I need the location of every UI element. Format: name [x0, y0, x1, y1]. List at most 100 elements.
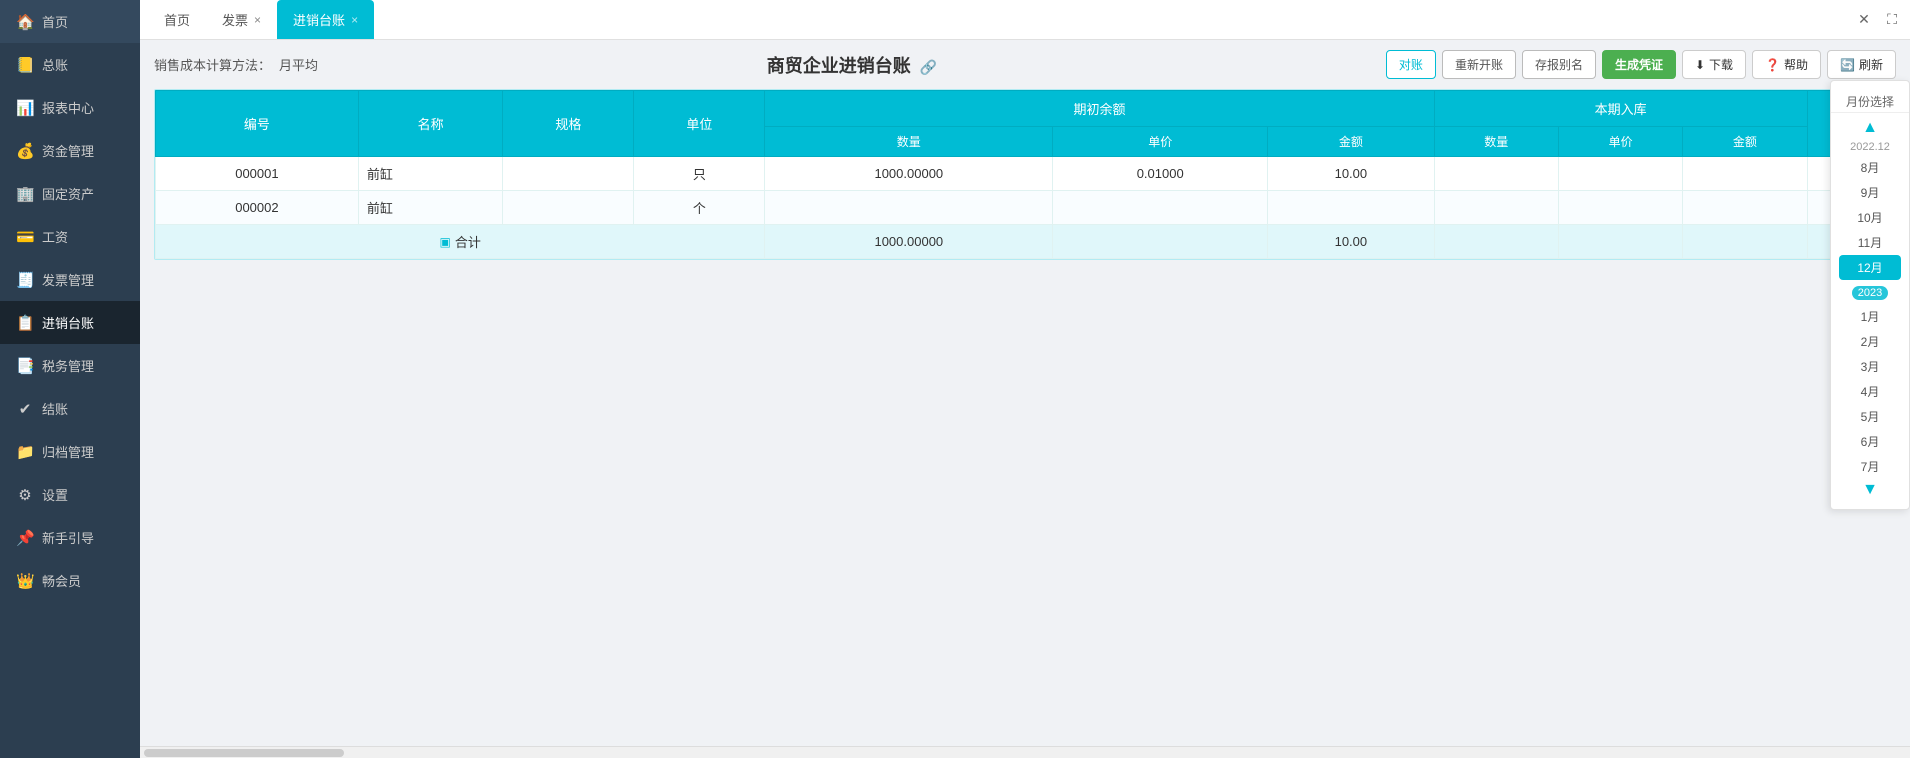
tab-close-purchase-sales-tab[interactable]: ×	[351, 13, 358, 27]
total-opening-qty: 1000.00000	[765, 225, 1053, 259]
total-label-cell: ▣ 合计	[156, 225, 765, 259]
total-label-text: 合计	[455, 232, 481, 251]
total-inbound-amount	[1683, 225, 1807, 259]
month-item-2023-4月[interactable]: 4月	[1831, 379, 1909, 404]
month-item-2023-6月[interactable]: 6月	[1831, 429, 1909, 454]
total-opening-amount: 10.00	[1268, 225, 1434, 259]
total-icon: ▣	[440, 235, 451, 249]
month-item-2023-3月[interactable]: 3月	[1831, 354, 1909, 379]
cell-unit: 个	[634, 191, 765, 225]
col-header-opening: 期初余额	[765, 91, 1434, 127]
month-item-2022-12[interactable]: 12月	[1839, 255, 1901, 280]
sidebar-label-invoice-mgmt: 发票管理	[42, 270, 94, 289]
col-sub-inbound-qty: 数量	[1434, 127, 1558, 157]
sidebar-item-purchase-sales[interactable]: 📋进销台账	[0, 301, 140, 344]
page-title: 商贸企业进销台账 🔗	[326, 52, 1378, 78]
tab-label-purchase-sales-tab: 进销台账	[293, 10, 345, 29]
sidebar-icon-tax: 📑	[16, 357, 34, 375]
sidebar-item-tax[interactable]: 📑 税务管理	[0, 344, 140, 387]
tab-bar: 首页 发票 × 进销台账 × ✕ ⛶	[140, 0, 1910, 40]
generate-voucher-button[interactable]: 生成凭证	[1602, 50, 1676, 79]
toolbar-buttons: 对账 重新开账 存报别名 生成凭证 ⬇ 下载 ❓ 帮助 🔄 刷新	[1386, 50, 1896, 79]
sidebar-icon-reports: 📊	[16, 99, 34, 117]
month-item-2023-7月[interactable]: 7月	[1831, 454, 1909, 479]
cell-spec	[503, 191, 634, 225]
tab-label-home-tab: 首页	[164, 10, 190, 29]
sidebar-label-home: 首页	[42, 12, 68, 31]
sidebar-icon-finance: 💰	[16, 142, 34, 160]
cell-inbound-price	[1558, 191, 1682, 225]
main-table-wrapper: 编号 名称 规格 单位 期初余额 本期入库 数 数量 单价 金额 数量 单价	[154, 89, 1896, 260]
total-opening-price	[1053, 225, 1268, 259]
tab-close-invoice-tab[interactable]: ×	[254, 13, 261, 27]
month-nav-up[interactable]: ▲	[1831, 117, 1909, 139]
col-sub-opening-qty: 数量	[765, 127, 1053, 157]
sidebar-item-salary[interactable]: 💳 工资	[0, 215, 140, 258]
sidebar-item-home[interactable]: 🏠首页	[0, 0, 140, 43]
month-item-2022-11月[interactable]: 11月	[1831, 230, 1909, 255]
table-body: 000001 前缸 只 1000.00000 0.01000 10.00 000…	[156, 157, 1895, 259]
sidebar-label-tax: 税务管理	[42, 356, 94, 375]
months-2023: 1月2月3月4月5月6月7月	[1831, 304, 1909, 479]
month-item-2023-2月[interactable]: 2月	[1831, 329, 1909, 354]
cell-inbound-amount	[1683, 157, 1807, 191]
save-alias-button[interactable]: 存报别名	[1522, 50, 1596, 79]
sidebar-item-archive[interactable]: 📁归档管理	[0, 430, 140, 473]
sidebar-label-guide: 新手引导	[42, 528, 94, 547]
sidebar-icon-archive: 📁	[16, 443, 34, 461]
help-button[interactable]: ❓ 帮助	[1752, 50, 1821, 79]
sidebar-icon-salary: 💳	[16, 228, 34, 246]
tab-label-invoice-tab: 发票	[222, 10, 248, 29]
month-item-2022-10月[interactable]: 10月	[1831, 205, 1909, 230]
col-sub-opening-price: 单价	[1053, 127, 1268, 157]
cell-opening-price	[1053, 191, 1268, 225]
cell-id: 000002	[156, 191, 359, 225]
sidebar-item-invoice-mgmt[interactable]: 🧾 发票管理	[0, 258, 140, 301]
sidebar-item-finance[interactable]: 💰 资金管理	[0, 129, 140, 172]
table-total-row: ▣ 合计 1000.00000 10.00	[156, 225, 1895, 259]
sidebar-item-reports[interactable]: 📊报表中心	[0, 86, 140, 129]
sidebar-item-ledger[interactable]: 📒总账	[0, 43, 140, 86]
reopen-button[interactable]: 重新开账	[1442, 50, 1516, 79]
content-top-bar: 销售成本计算方法： 月平均 商贸企业进销台账 🔗 对账 重新开账 存报别名 生成…	[154, 50, 1896, 79]
check-button[interactable]: 对账	[1386, 50, 1436, 79]
sidebar-item-settings[interactable]: ⚙设置	[0, 473, 140, 516]
col-sub-opening-amount: 金额	[1268, 127, 1434, 157]
download-button[interactable]: ⬇ 下载	[1682, 50, 1746, 79]
col-header-inbound: 本期入库	[1434, 91, 1807, 127]
cost-method-label: 销售成本计算方法：	[154, 55, 271, 74]
sidebar-item-closing[interactable]: ✔结账	[0, 387, 140, 430]
month-item-2022-9月[interactable]: 9月	[1831, 180, 1909, 205]
col-header-spec: 规格	[503, 91, 634, 157]
total-inbound-qty	[1434, 225, 1558, 259]
scrollbar-thumb[interactable]	[144, 749, 344, 757]
bottom-scrollbar[interactable]	[140, 746, 1910, 758]
sidebar-label-membership: 畅会员	[42, 571, 81, 590]
month-nav-down[interactable]: ▼	[1831, 479, 1909, 501]
close-window-button[interactable]: ✕	[1854, 10, 1874, 30]
refresh-button[interactable]: 🔄 刷新	[1827, 50, 1896, 79]
cell-name: 前缸	[358, 157, 502, 191]
table-row: 000001 前缸 只 1000.00000 0.01000 10.00	[156, 157, 1895, 191]
sidebar-icon-purchase-sales: 📋	[16, 314, 34, 332]
maximize-window-button[interactable]: ⛶	[1882, 10, 1902, 30]
months-2022: 8月9月10月11月12月	[1831, 155, 1909, 280]
cell-name: 前缸	[358, 191, 502, 225]
tab-invoice-tab[interactable]: 发票 ×	[206, 0, 277, 39]
sidebar-icon-guide: 📌	[16, 529, 34, 547]
cell-opening-amount: 10.00	[1268, 157, 1434, 191]
sidebar-item-assets[interactable]: 🏢固定资产	[0, 172, 140, 215]
sidebar-label-finance: 资金管理	[42, 141, 94, 160]
month-item-2023-1月[interactable]: 1月	[1831, 304, 1909, 329]
sidebar-label-ledger: 总账	[42, 55, 68, 74]
sidebar: 🏠首页📒总账📊报表中心 💰 资金管理 🏢固定资产 💳 工资 🧾 发票管理 📋进销台账 📑 税务管理 ✔…	[0, 0, 140, 758]
title-link-icon[interactable]: 🔗	[920, 59, 937, 75]
sidebar-item-membership[interactable]: 👑畅会员	[0, 559, 140, 602]
month-item-2022-8月[interactable]: 8月	[1831, 155, 1909, 180]
sidebar-label-salary: 工资	[42, 227, 68, 246]
month-item-2023-5月[interactable]: 5月	[1831, 404, 1909, 429]
tab-purchase-sales-tab[interactable]: 进销台账 ×	[277, 0, 374, 39]
sidebar-icon-invoice-mgmt: 🧾	[16, 271, 34, 289]
tab-home-tab[interactable]: 首页	[148, 0, 206, 39]
sidebar-item-guide[interactable]: 📌 新手引导	[0, 516, 140, 559]
